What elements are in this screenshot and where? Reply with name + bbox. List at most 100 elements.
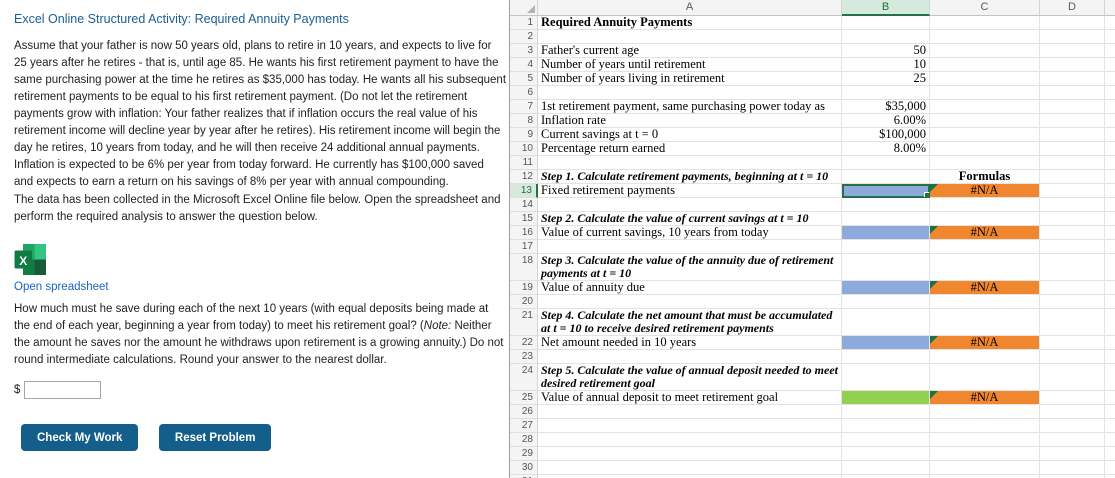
cell-C28[interactable] [930,433,1040,447]
cell-C22[interactable]: #N/A [930,336,1040,350]
cell-B30[interactable] [842,461,930,475]
row-header-19[interactable]: 19 [510,281,538,295]
cell-A24[interactable]: Step 5. Calculate the value of annual de… [538,364,842,391]
row-header-3[interactable]: 3 [510,44,538,58]
cell-C29[interactable] [930,447,1040,461]
cell-C12[interactable]: Formulas [930,170,1040,184]
cell-C10[interactable] [930,142,1040,156]
reset-problem-button[interactable]: Reset Problem [158,424,272,451]
cell-C14[interactable] [930,198,1040,212]
cell-D16[interactable] [1040,226,1105,240]
cell-B27[interactable] [842,419,930,433]
cell-A12[interactable]: Step 1. Calculate retirement payments, b… [538,170,842,184]
cell-D20[interactable] [1040,295,1105,309]
row-header-15[interactable]: 15 [510,212,538,226]
cell-C13[interactable]: #N/A [930,184,1040,198]
cell-A18[interactable]: Step 3. Calculate the value of the annui… [538,254,842,281]
cell-D6[interactable] [1040,86,1105,100]
cell-A10[interactable]: Percentage return earned [538,142,842,156]
cell-A26[interactable] [538,405,842,419]
cell-B20[interactable] [842,295,930,309]
check-my-work-button[interactable]: Check My Work [21,424,139,451]
row-header-28[interactable]: 28 [510,433,538,447]
cell-B17[interactable] [842,240,930,254]
row-header-27[interactable]: 27 [510,419,538,433]
cell-A30[interactable] [538,461,842,475]
cell-B3[interactable]: 50 [842,44,930,58]
cell-C15[interactable] [930,212,1040,226]
cell-A14[interactable] [538,198,842,212]
col-header-A[interactable]: A [538,0,842,16]
cell-D10[interactable] [1040,142,1105,156]
cell-D19[interactable] [1040,281,1105,295]
cell-A20[interactable] [538,295,842,309]
cell-D12[interactable] [1040,170,1105,184]
row-header-13[interactable]: 13 [510,184,538,198]
cell-D11[interactable] [1040,156,1105,170]
cell-A29[interactable] [538,447,842,461]
cell-C6[interactable] [930,86,1040,100]
cell-C21[interactable] [930,309,1040,336]
cell-A9[interactable]: Current savings at t = 0 [538,128,842,142]
cell-D5[interactable] [1040,72,1105,86]
cell-D27[interactable] [1040,419,1105,433]
cell-B18[interactable] [842,254,930,281]
row-header-29[interactable]: 29 [510,447,538,461]
cell-C27[interactable] [930,419,1040,433]
row-header-23[interactable]: 23 [510,350,538,364]
cell-D30[interactable] [1040,461,1105,475]
cell-C16[interactable]: #N/A [930,226,1040,240]
cell-A15[interactable]: Step 2. Calculate the value of current s… [538,212,842,226]
row-header-30[interactable]: 30 [510,461,538,475]
cell-D28[interactable] [1040,433,1105,447]
row-header-6[interactable]: 6 [510,86,538,100]
cell-C17[interactable] [930,240,1040,254]
cell-D15[interactable] [1040,212,1105,226]
row-header-16[interactable]: 16 [510,226,538,240]
cell-A28[interactable] [538,433,842,447]
answer-input[interactable] [24,381,102,399]
cell-D26[interactable] [1040,405,1105,419]
cell-D22[interactable] [1040,336,1105,350]
cell-B23[interactable] [842,350,930,364]
cell-A25[interactable]: Value of annual deposit to meet retireme… [538,391,842,405]
cell-B6[interactable] [842,86,930,100]
cell-C8[interactable] [930,114,1040,128]
row-header-17[interactable]: 17 [510,240,538,254]
cell-D25[interactable] [1040,391,1105,405]
cell-D1[interactable] [1040,16,1105,30]
cell-D21[interactable] [1040,309,1105,336]
cell-A11[interactable] [538,156,842,170]
cell-B24[interactable] [842,364,930,391]
cell-A5[interactable]: Number of years living in retirement [538,72,842,86]
cell-B4[interactable]: 10 [842,58,930,72]
row-header-20[interactable]: 20 [510,295,538,309]
col-header-C[interactable]: C [930,0,1040,16]
cell-C1[interactable] [930,16,1040,30]
row-header-12[interactable]: 12 [510,170,538,184]
cell-A2[interactable] [538,30,842,44]
cell-A4[interactable]: Number of years until retirement [538,58,842,72]
cell-D4[interactable] [1040,58,1105,72]
cell-C25[interactable]: #N/A [930,391,1040,405]
row-header-24[interactable]: 24 [510,364,538,391]
row-header-10[interactable]: 10 [510,142,538,156]
row-header-1[interactable]: 1 [510,16,538,30]
cell-D14[interactable] [1040,198,1105,212]
cell-B25[interactable] [842,391,930,405]
cell-B22[interactable] [842,336,930,350]
cell-B21[interactable] [842,309,930,336]
row-header-18[interactable]: 18 [510,254,538,281]
row-header-5[interactable]: 5 [510,72,538,86]
row-header-25[interactable]: 25 [510,391,538,405]
cell-B8[interactable]: 6.00% [842,114,930,128]
row-header-9[interactable]: 9 [510,128,538,142]
cell-C23[interactable] [930,350,1040,364]
cell-D24[interactable] [1040,364,1105,391]
cell-A16[interactable]: Value of current savings, 10 years from … [538,226,842,240]
cell-B28[interactable] [842,433,930,447]
cell-B10[interactable]: 8.00% [842,142,930,156]
col-header-D[interactable]: D [1040,0,1105,16]
cell-B7[interactable]: $35,000 [842,100,930,114]
cell-B15[interactable] [842,212,930,226]
